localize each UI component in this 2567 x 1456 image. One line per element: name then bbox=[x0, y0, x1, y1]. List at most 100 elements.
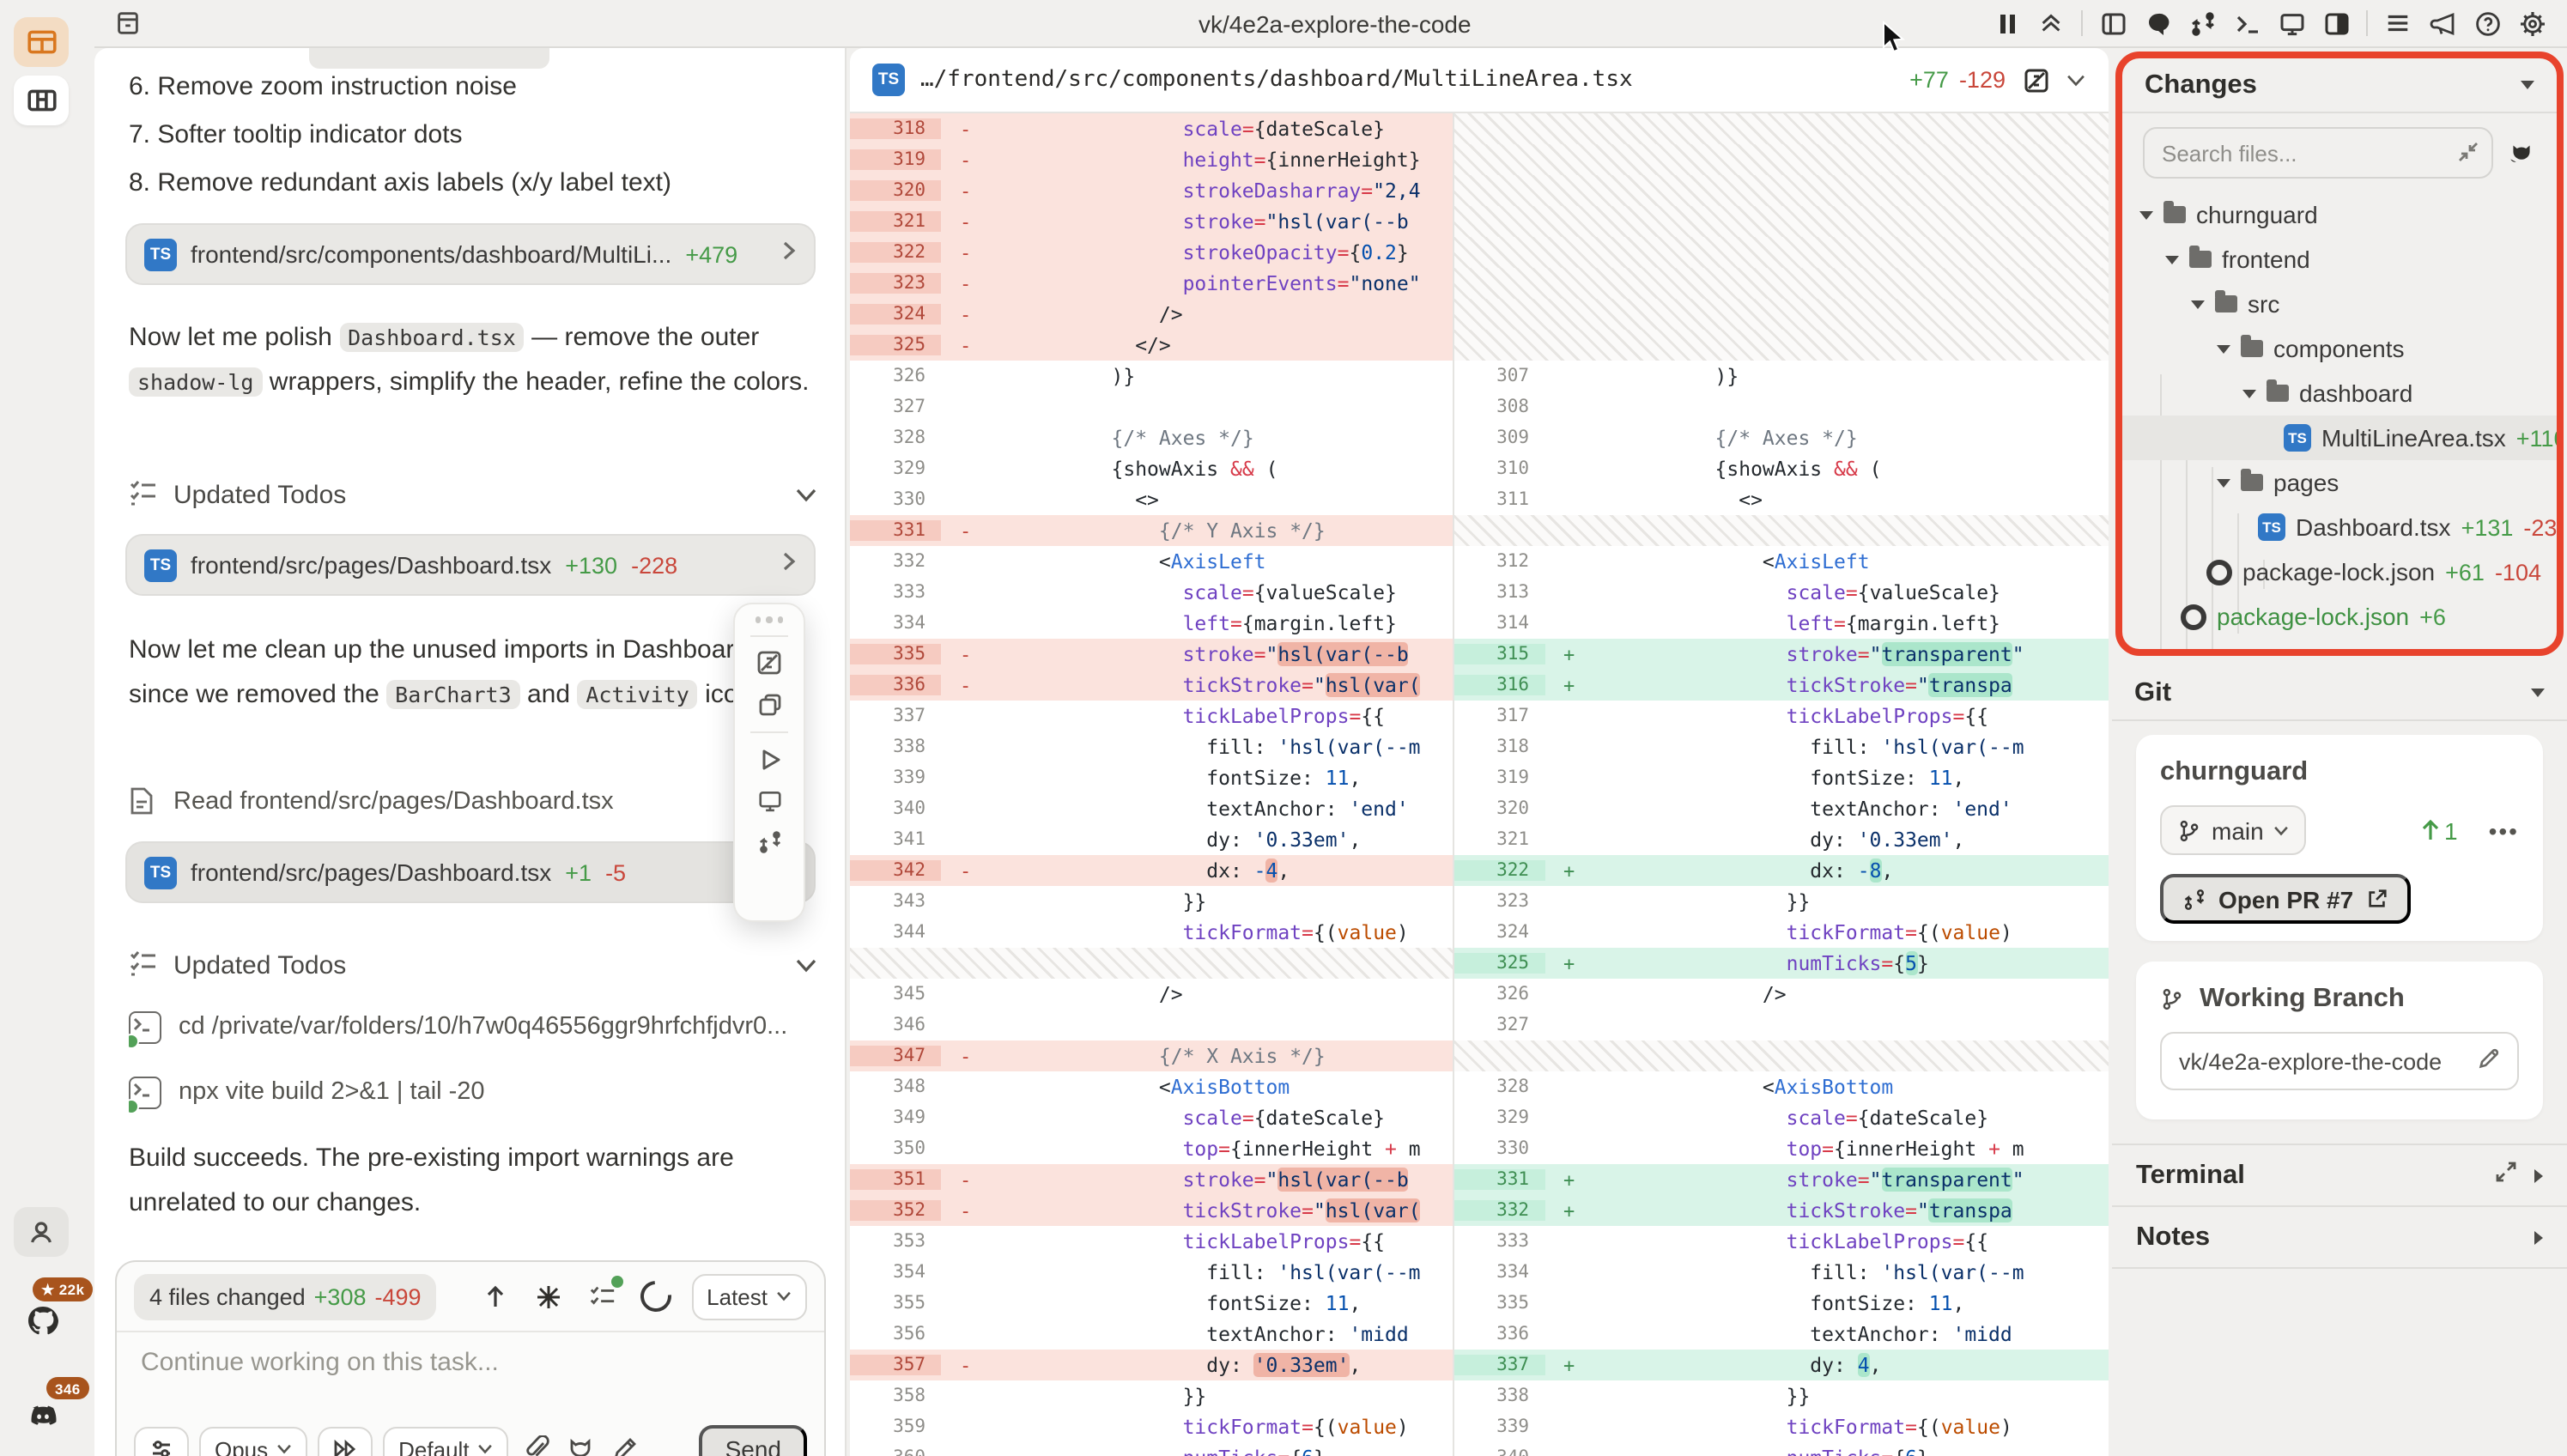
file-tree-item[interactable]: src bbox=[2122, 282, 2557, 326]
notes-title: Notes bbox=[2136, 1222, 2210, 1253]
copy-icon[interactable] bbox=[755, 689, 784, 719]
drag-handle-icon[interactable] bbox=[756, 616, 784, 622]
caret-down-icon bbox=[2191, 300, 2205, 308]
model-dropdown[interactable]: Opus bbox=[199, 1426, 307, 1456]
todos-status-icon[interactable] bbox=[585, 1279, 619, 1313]
preview-monitor-icon[interactable] bbox=[755, 786, 784, 815]
cat-icon[interactable] bbox=[2507, 138, 2536, 167]
file-change-chip[interactable]: TS frontend/src/components/dashboard/Mul… bbox=[125, 223, 816, 285]
file-tree-item[interactable]: package-lock.json+6 bbox=[2122, 594, 2557, 639]
file-name: pages bbox=[2273, 469, 2339, 496]
diff-pane-old[interactable]: 318- scale={dateScale}319- height={inner… bbox=[850, 113, 1452, 1456]
diff-line: 345 /> bbox=[850, 979, 1452, 1010]
floating-toolbar bbox=[733, 603, 805, 922]
file-tree-item[interactable]: dashboard bbox=[2122, 371, 2557, 416]
message-input[interactable] bbox=[137, 1346, 795, 1379]
updated-todos-row[interactable]: Updated Todos bbox=[129, 944, 817, 986]
mode-dropdown[interactable]: Default bbox=[383, 1426, 508, 1456]
more-menu-icon[interactable]: ••• bbox=[2489, 816, 2519, 844]
account-button[interactable] bbox=[14, 1207, 69, 1257]
pen-icon[interactable] bbox=[609, 1432, 643, 1456]
monitor-icon[interactable] bbox=[2277, 9, 2306, 38]
diff-line: 346 bbox=[850, 1010, 1452, 1040]
open-pr-button[interactable]: Open PR #7 bbox=[2160, 874, 2410, 924]
collapse-up-icon[interactable] bbox=[2036, 9, 2066, 38]
chat-bubble-icon[interactable] bbox=[2143, 9, 2172, 38]
file-tree-item[interactable]: TSDashboard.tsx+131-233 bbox=[2122, 505, 2557, 549]
version-dropdown[interactable]: Latest bbox=[691, 1273, 807, 1320]
discord-icon[interactable] bbox=[21, 1394, 65, 1439]
right-panel-icon[interactable] bbox=[2321, 9, 2351, 38]
file-change-chip[interactable]: TS frontend/src/pages/Dashboard.tsx +130… bbox=[125, 534, 816, 596]
megaphone-icon[interactable] bbox=[2428, 9, 2457, 38]
file-tree-item[interactable]: package-lock.json+61-104 bbox=[2122, 549, 2557, 594]
diff-mode-icon[interactable] bbox=[2021, 65, 2050, 94]
search-files-input[interactable] bbox=[2145, 140, 2491, 166]
added-count: +110 bbox=[2516, 425, 2564, 451]
chevron-down-icon[interactable] bbox=[795, 480, 817, 509]
settings-sliders-button[interactable] bbox=[134, 1426, 189, 1456]
caret-down-icon bbox=[2531, 689, 2545, 697]
terminal-command-row[interactable]: npx vite build 2>&1 | tail -20 bbox=[129, 1071, 817, 1113]
diff-line: 348 <AxisBottom bbox=[850, 1071, 1452, 1102]
chevron-down-icon[interactable] bbox=[795, 950, 817, 980]
diff-line: 322- strokeOpacity={0.2} bbox=[850, 237, 1452, 268]
updated-todos-row[interactable]: Updated Todos bbox=[129, 474, 817, 515]
read-file-row[interactable]: Read frontend/src/pages/Dashboard.tsx bbox=[129, 781, 817, 822]
settings-gear-icon[interactable] bbox=[2517, 9, 2546, 38]
checklist-icon bbox=[129, 947, 158, 983]
changes-header[interactable]: Changes bbox=[2122, 58, 2557, 112]
file-change-chip[interactable]: TS frontend/src/pages/Dashboard.tsx +1 -… bbox=[125, 841, 816, 903]
diff-line: 316+ tickStroke="transpa bbox=[1453, 670, 2109, 701]
notes-section-header[interactable]: Notes bbox=[2112, 1207, 2567, 1267]
working-branch-input[interactable] bbox=[2162, 1048, 2517, 1074]
chevron-right-icon bbox=[780, 549, 797, 580]
branch-dropdown[interactable]: main bbox=[2160, 805, 2307, 855]
fast-forward-button[interactable] bbox=[318, 1426, 373, 1456]
file-tree-item[interactable]: churnguard bbox=[2122, 192, 2557, 237]
pause-icon[interactable] bbox=[1992, 9, 2021, 38]
git-compare-icon[interactable] bbox=[755, 827, 784, 856]
attachment-icon[interactable] bbox=[519, 1432, 554, 1456]
removed-count: -104 bbox=[2495, 559, 2541, 585]
assistant-message: Build succeeds. The pre-existing import … bbox=[129, 1137, 829, 1226]
file-tree-item[interactable]: frontend bbox=[2122, 237, 2557, 282]
expand-icon[interactable] bbox=[2495, 1160, 2517, 1191]
composer: 4 files changed +308 -499 Latest bbox=[115, 1260, 826, 1456]
left-panel-icon[interactable] bbox=[2098, 9, 2127, 38]
send-button[interactable]: Send bbox=[700, 1425, 807, 1456]
edit-pencil-icon[interactable] bbox=[2476, 1046, 2502, 1080]
terminal-icon[interactable] bbox=[2232, 9, 2261, 38]
git-title: Git bbox=[2134, 677, 2171, 708]
terminal-section-header[interactable]: Terminal bbox=[2112, 1145, 2567, 1205]
git-compare-icon[interactable] bbox=[2188, 9, 2217, 38]
file-name: components bbox=[2273, 335, 2405, 362]
sidebar-item-board[interactable] bbox=[14, 76, 69, 125]
terminal-command-row[interactable]: cd /private/var/folders/10/h7w0q46556ggr… bbox=[129, 1006, 817, 1047]
git-header[interactable]: Git bbox=[2112, 666, 2567, 719]
mode-label: Default bbox=[398, 1436, 469, 1456]
diff-pane-new[interactable]: 307 )}308309 {/* Axes */}310 {showAxis &… bbox=[1452, 113, 2109, 1456]
diff-viewer[interactable]: TS …/frontend/src/components/dashboard/M… bbox=[850, 48, 2109, 1456]
file-tree-item[interactable]: pages bbox=[2122, 460, 2557, 505]
run-icon[interactable] bbox=[755, 744, 784, 774]
commits-ahead: 1 bbox=[2422, 816, 2458, 844]
file-tree-item[interactable]: components bbox=[2122, 326, 2557, 371]
scroll-up-icon[interactable] bbox=[478, 1279, 513, 1313]
cat-icon[interactable] bbox=[564, 1432, 598, 1456]
typescript-icon: TS bbox=[144, 856, 177, 889]
menu-icon[interactable] bbox=[2383, 9, 2412, 38]
spark-icon[interactable] bbox=[531, 1279, 566, 1313]
collapse-tree-icon[interactable] bbox=[2457, 141, 2479, 172]
sidebar-item-tasks-active[interactable] bbox=[14, 17, 69, 67]
help-icon[interactable] bbox=[2473, 9, 2502, 38]
archive-box-icon[interactable] bbox=[113, 9, 143, 38]
terminal-command: cd /private/var/folders/10/h7w0q46556ggr… bbox=[179, 1013, 787, 1040]
files-changed-chip[interactable]: 4 files changed +308 -499 bbox=[134, 1273, 437, 1320]
github-icon[interactable] bbox=[21, 1300, 65, 1344]
diff-view-icon[interactable] bbox=[755, 648, 784, 677]
divider bbox=[2366, 10, 2368, 36]
chevron-down-icon[interactable] bbox=[2066, 64, 2086, 95]
removed-count: -5 bbox=[605, 859, 626, 885]
file-tree-item[interactable]: TSMultiLineArea.tsx+110-162 bbox=[2122, 416, 2557, 460]
